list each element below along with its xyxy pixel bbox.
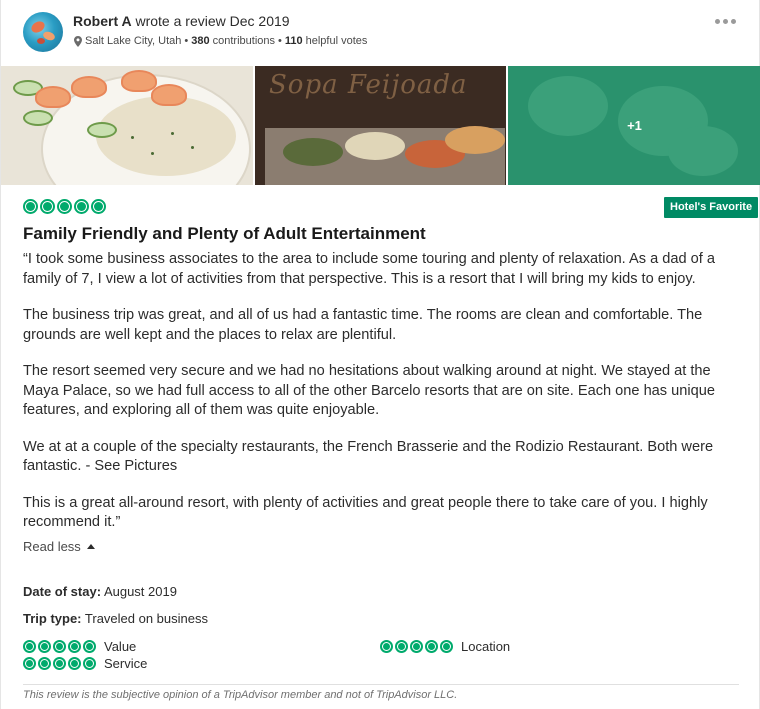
reviewer-location: Salt Lake City, Utah — [85, 35, 182, 47]
rating-bubble-icon — [83, 657, 96, 670]
subrating-label: Value — [104, 639, 137, 654]
subrating-bubbles — [380, 640, 453, 653]
date-of-stay-value: August 2019 — [103, 584, 177, 599]
date-of-stay: Date of stay: August 2019 — [23, 584, 177, 599]
rating-bubble-icon — [425, 640, 438, 653]
rating-bubble-icon — [23, 640, 36, 653]
rating-bubble-icon — [74, 199, 89, 214]
divider — [23, 684, 739, 685]
rating-bubble-icon — [38, 640, 51, 653]
more-options-icon[interactable] — [715, 15, 737, 27]
rating-bubble-icon — [68, 657, 81, 670]
review-paragraph: The business trip was great, and all of … — [23, 307, 703, 343]
contributions-label: contributions — [212, 35, 275, 47]
rating-bubble-icon — [38, 657, 51, 670]
subrating-bubbles — [23, 657, 96, 670]
reviewer-name[interactable]: Robert A — [73, 13, 132, 29]
rating-bubble-icon — [68, 640, 81, 653]
subrating-bubbles — [23, 640, 96, 653]
subrating-location: Location — [380, 639, 510, 654]
review-disclaimer: This review is the subjective opinion of… — [23, 689, 458, 701]
subrating-label: Location — [461, 639, 511, 654]
review-paragraph: We at at a couple of the specialty resta… — [23, 438, 714, 475]
trip-type-value: Traveled on business — [84, 611, 208, 626]
reviewer-avatar[interactable] — [23, 12, 63, 52]
review-photo-buffet[interactable]: Sopa Feijoada — [255, 66, 506, 185]
review-photo-more[interactable]: +1 — [508, 66, 760, 185]
rating-bubble-icon — [395, 640, 408, 653]
rating-bubble-icon — [410, 640, 423, 653]
reviewer-line: Robert A wrote a review Dec 2019 — [73, 13, 290, 29]
review-action-text: wrote a review Dec 2019 — [135, 13, 290, 29]
review-card: Robert A wrote a review Dec 2019 Salt La… — [0, 0, 760, 709]
date-of-stay-label: Date of stay: — [23, 584, 102, 599]
reviewer-meta: Salt Lake City, Utah • 380 contributions… — [74, 35, 367, 47]
meta-separator: • — [184, 35, 189, 47]
subrating-value: Value — [23, 639, 136, 654]
trip-type: Trip type: Traveled on business — [23, 611, 208, 626]
rating-bubble-icon — [53, 640, 66, 653]
rating-bubble-icon — [83, 640, 96, 653]
review-header: Robert A wrote a review Dec 2019 Salt La… — [1, 0, 760, 66]
caret-up-icon — [86, 544, 95, 549]
meta-separator: • — [278, 35, 282, 47]
rating-bubble-icon — [40, 199, 55, 214]
review-photo-shrimp-dish[interactable] — [1, 66, 253, 185]
hotels-favorite-badge: Hotel's Favorite — [664, 197, 759, 218]
rating-bubble-icon — [91, 199, 106, 214]
helpful-votes-count: 110 — [284, 35, 303, 47]
helpful-votes-label: helpful votes — [305, 35, 368, 47]
rating-bubble-icon — [380, 640, 393, 653]
review-paragraph: “I took some business associates to the … — [23, 251, 715, 287]
review-paragraph: The resort seemed very secure and we had… — [23, 363, 715, 418]
rating-bubble-icon — [23, 199, 38, 214]
rating-bubble-icon — [53, 657, 66, 670]
read-less-label: Read less — [23, 539, 81, 554]
rating-bubble-icon — [57, 199, 72, 214]
rating-bubble-icon — [23, 657, 36, 670]
review-paragraph: This is a great all-around resort, with … — [23, 494, 708, 531]
review-body: “I took some business associates to the … — [23, 250, 743, 550]
read-less-button[interactable]: Read less — [23, 539, 95, 554]
buffet-sign-text: Sopa Feijoada — [269, 70, 468, 100]
review-photos: Sopa Feijoada +1 — [1, 66, 760, 185]
trip-type-label: Trip type: — [23, 611, 82, 626]
subrating-service: Service — [23, 656, 147, 671]
map-pin-icon — [74, 35, 82, 47]
subrating-label: Service — [104, 656, 148, 671]
rating-bubble-icon — [440, 640, 453, 653]
review-title[interactable]: Family Friendly and Plenty of Adult Ente… — [23, 224, 426, 244]
more-photos-count[interactable]: +1 — [508, 118, 760, 133]
review-rating — [23, 199, 106, 214]
contributions-count: 380 — [191, 35, 210, 47]
